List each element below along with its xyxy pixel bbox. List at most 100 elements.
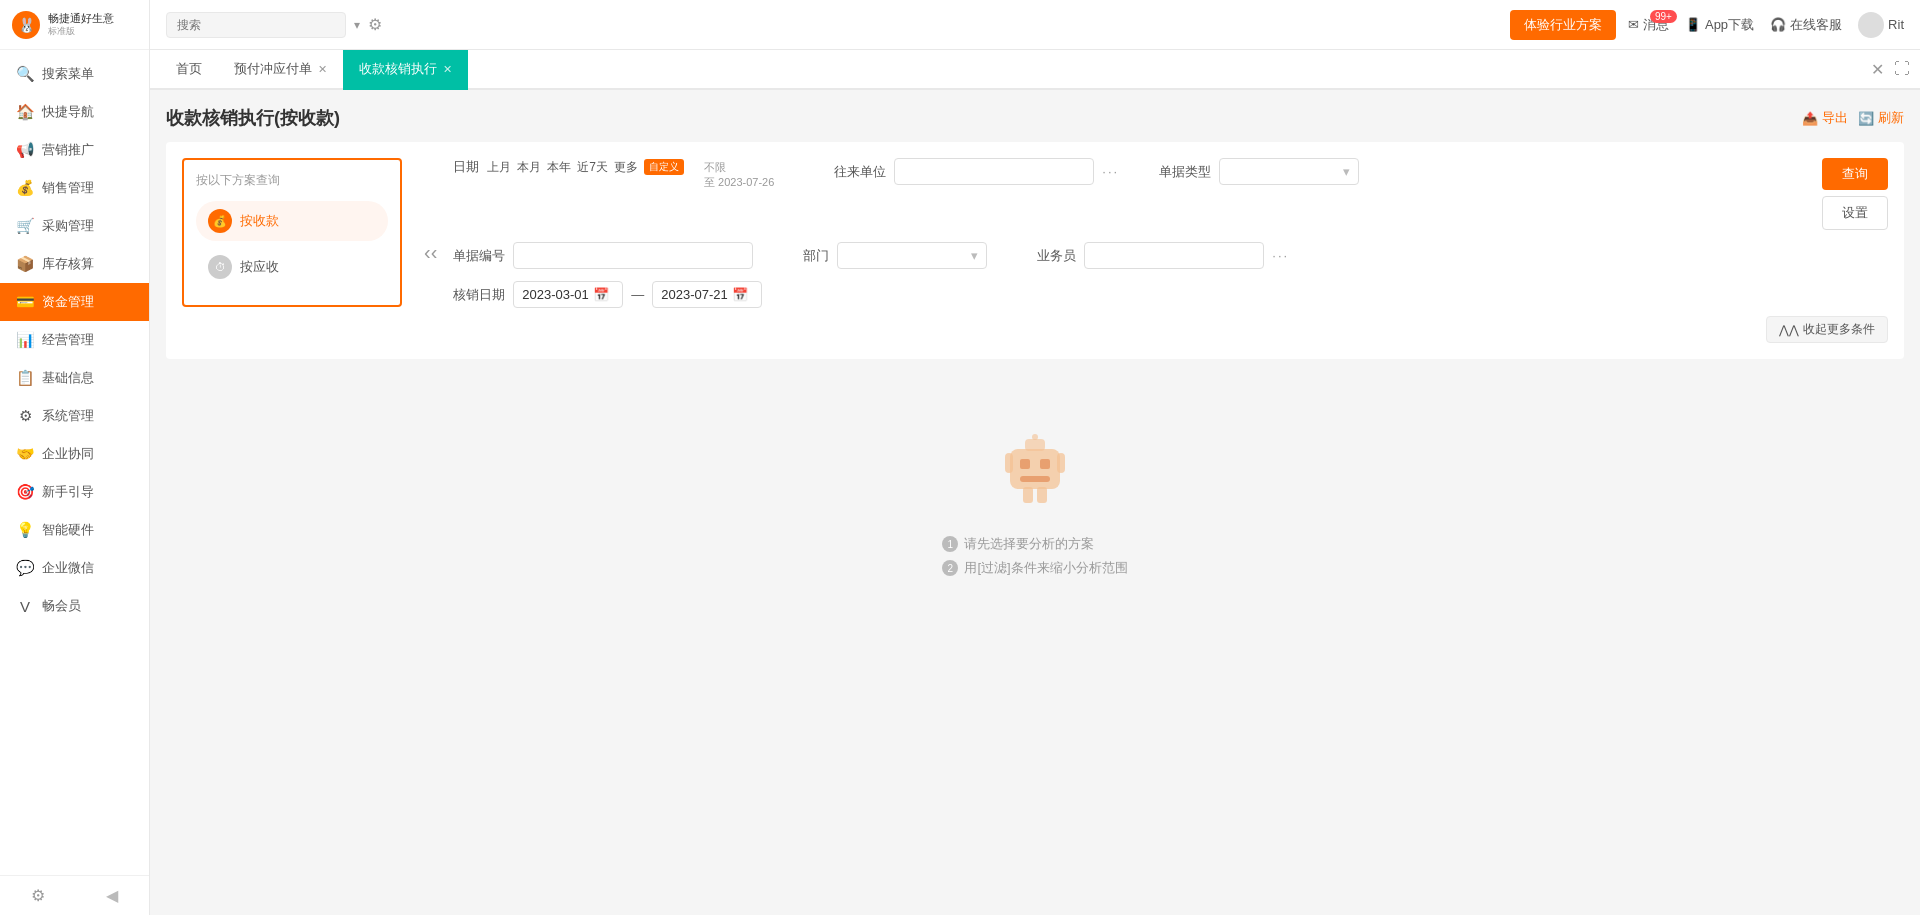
sidebar-collapse-icon[interactable]: ◀ bbox=[106, 886, 118, 905]
counterparty-field: 往来单位 ··· bbox=[834, 158, 1119, 185]
industry-btn[interactable]: 体验行业方案 bbox=[1510, 10, 1616, 40]
header-gear-icon[interactable]: ⚙ bbox=[368, 15, 382, 34]
sidebar-item-purchase[interactable]: 🛒 采购管理 bbox=[0, 207, 149, 245]
voucher-type-field: 单据类型 ▾ bbox=[1159, 158, 1359, 185]
home-icon: 🏠 bbox=[16, 103, 34, 121]
staff-input[interactable] bbox=[1084, 242, 1264, 269]
empty-tip-2: 2 用[过滤]条件来缩小分析范围 bbox=[942, 559, 1127, 577]
header-service[interactable]: 🎧 在线客服 bbox=[1770, 16, 1842, 34]
voucher-no-input[interactable] bbox=[513, 242, 753, 269]
export-button[interactable]: 📤 导出 bbox=[1802, 109, 1848, 127]
sidebar-item-finance[interactable]: 💳 资金管理 bbox=[0, 283, 149, 321]
tab-expand-icon[interactable]: ⛶ bbox=[1894, 60, 1910, 78]
counterparty-input[interactable] bbox=[894, 158, 1094, 185]
svg-rect-5 bbox=[1057, 453, 1065, 473]
writeoff-start-date[interactable]: 2023-03-01 📅 bbox=[513, 281, 623, 308]
tab-home[interactable]: 首页 bbox=[160, 50, 218, 90]
filter-collapse-btn[interactable]: ‹‹ bbox=[424, 158, 437, 343]
svg-rect-0 bbox=[1010, 449, 1060, 489]
sidebar-item-quick-nav[interactable]: 🏠 快捷导航 bbox=[0, 93, 149, 131]
business-icon: 📊 bbox=[16, 331, 34, 349]
sidebar-item-basic-info[interactable]: 📋 基础信息 bbox=[0, 359, 149, 397]
sidebar-item-collab[interactable]: 🤝 企业协同 bbox=[0, 435, 149, 473]
counterparty-more-icon[interactable]: ··· bbox=[1102, 164, 1119, 179]
page-title: 收款核销执行(按收款) bbox=[166, 106, 340, 130]
filter-option-by-receipt[interactable]: 💰 按收款 bbox=[196, 201, 388, 241]
writeoff-end-date[interactable]: 2023-07-21 📅 bbox=[652, 281, 762, 308]
filter-left-panel: 按以下方案查询 💰 按收款 ⏱ 按应收 bbox=[182, 158, 402, 343]
date-label: 日期 bbox=[453, 158, 479, 176]
sidebar-item-search-menu[interactable]: 🔍 搜索菜单 bbox=[0, 55, 149, 93]
sidebar-item-guide[interactable]: 🎯 新手引导 bbox=[0, 473, 149, 511]
tab-prepay[interactable]: 预付冲应付单 ✕ bbox=[218, 50, 343, 90]
sidebar: 🐰 畅捷通好生意 标准版 🔍 搜索菜单 🏠 快捷导航 📢 营销推广 💰 销售管理… bbox=[0, 0, 150, 915]
collapse-more-row: ⋀⋀ 收起更多条件 bbox=[453, 316, 1888, 343]
header-search-area: ▾ ⚙ bbox=[166, 12, 1498, 38]
svg-rect-1 bbox=[1020, 459, 1030, 469]
header-dropdown-icon[interactable]: ▾ bbox=[354, 18, 360, 32]
sidebar-item-sales[interactable]: 💰 销售管理 bbox=[0, 169, 149, 207]
query-button[interactable]: 查询 bbox=[1822, 158, 1888, 190]
tab-collection[interactable]: 收款核销执行 ✕ bbox=[343, 50, 468, 90]
sidebar-item-vip[interactable]: V 畅会员 bbox=[0, 587, 149, 625]
counterparty-label: 往来单位 bbox=[834, 163, 886, 181]
header-user[interactable]: Rit bbox=[1858, 12, 1904, 38]
inventory-icon: 📦 bbox=[16, 255, 34, 273]
date-more[interactable]: 更多 bbox=[614, 159, 638, 176]
top-header: ▾ ⚙ 体验行业方案 ✉ 消息 99+ 📱 App下载 🎧 在线客服 Rit bbox=[150, 0, 1920, 50]
sidebar-item-inventory[interactable]: 📦 库存核算 bbox=[0, 245, 149, 283]
dept-select[interactable]: ▾ bbox=[837, 242, 987, 269]
tip-num-2: 2 bbox=[942, 560, 958, 576]
voucher-type-arrow-icon: ▾ bbox=[1343, 164, 1350, 179]
filter-option-by-receivable[interactable]: ⏱ 按应收 bbox=[196, 247, 388, 287]
phone-icon: 📱 bbox=[1685, 17, 1701, 32]
date-range-dash: — bbox=[631, 287, 644, 302]
hardware-icon: 💡 bbox=[16, 521, 34, 539]
date-custom-badge[interactable]: 自定义 bbox=[644, 159, 684, 175]
vip-icon: V bbox=[16, 598, 34, 615]
svg-rect-3 bbox=[1020, 476, 1050, 482]
tab-collection-close-icon[interactable]: ✕ bbox=[443, 63, 452, 76]
svg-rect-7 bbox=[1037, 487, 1047, 503]
header-app-download[interactable]: 📱 App下载 bbox=[1685, 16, 1754, 34]
header-search-input[interactable] bbox=[166, 12, 346, 38]
sidebar-bottom: ⚙ ◀ bbox=[0, 875, 149, 915]
writeoff-date-field: 核销日期 2023-03-01 📅 — 2023-07-21 📅 bbox=[453, 281, 762, 308]
megaphone-icon: 📢 bbox=[16, 141, 34, 159]
sales-icon: 💰 bbox=[16, 179, 34, 197]
app-logo: 🐰 畅捷通好生意 标准版 bbox=[0, 0, 149, 50]
settings-button[interactable]: 设置 bbox=[1822, 196, 1888, 230]
date-7days[interactable]: 近7天 bbox=[577, 159, 608, 176]
sidebar-item-hardware[interactable]: 💡 智能硬件 bbox=[0, 511, 149, 549]
staff-field: 业务员 ··· bbox=[1037, 242, 1289, 269]
export-icon: 📤 bbox=[1802, 111, 1818, 126]
header-right: ✉ 消息 99+ 📱 App下载 🎧 在线客服 Rit bbox=[1628, 12, 1904, 38]
sidebar-item-wechat[interactable]: 💬 企业微信 bbox=[0, 549, 149, 587]
refresh-icon: 🔄 bbox=[1858, 111, 1874, 126]
sidebar-item-marketing[interactable]: 📢 营销推广 bbox=[0, 131, 149, 169]
sidebar-item-business[interactable]: 📊 经营管理 bbox=[0, 321, 149, 359]
page-title-bar: 收款核销执行(按收款) 📤 导出 🔄 刷新 bbox=[166, 106, 1904, 130]
svg-rect-2 bbox=[1040, 459, 1050, 469]
filter-panel-title: 按以下方案查询 bbox=[196, 172, 388, 189]
date-this-month[interactable]: 本月 bbox=[517, 159, 541, 176]
date-last-month[interactable]: 上月 bbox=[487, 159, 511, 176]
tab-close-all-icon[interactable]: ✕ bbox=[1871, 60, 1884, 79]
refresh-button[interactable]: 🔄 刷新 bbox=[1858, 109, 1904, 127]
settings-bottom-icon[interactable]: ⚙ bbox=[31, 886, 45, 905]
msg-icon: ✉ bbox=[1628, 17, 1639, 32]
header-msg[interactable]: ✉ 消息 99+ bbox=[1628, 16, 1669, 34]
tab-prepay-close-icon[interactable]: ✕ bbox=[318, 63, 327, 76]
sidebar-item-system[interactable]: ⚙ 系统管理 bbox=[0, 397, 149, 435]
empty-tips: 1 请先选择要分析的方案 2 用[过滤]条件来缩小分析范围 bbox=[942, 535, 1127, 577]
search-icon: 🔍 bbox=[16, 65, 34, 83]
staff-more-icon[interactable]: ··· bbox=[1272, 248, 1289, 263]
collapse-more-button[interactable]: ⋀⋀ 收起更多条件 bbox=[1766, 316, 1888, 343]
msg-badge: 99+ bbox=[1650, 10, 1677, 23]
date-this-year[interactable]: 本年 bbox=[547, 159, 571, 176]
sidebar-nav: 🔍 搜索菜单 🏠 快捷导航 📢 营销推广 💰 销售管理 🛒 采购管理 📦 库存核… bbox=[0, 50, 149, 875]
system-icon: ⚙ bbox=[16, 407, 34, 425]
page-actions: 📤 导出 🔄 刷新 bbox=[1802, 109, 1904, 127]
voucher-type-select[interactable]: ▾ bbox=[1219, 158, 1359, 185]
empty-state: 1 请先选择要分析的方案 2 用[过滤]条件来缩小分析范围 bbox=[166, 359, 1904, 607]
